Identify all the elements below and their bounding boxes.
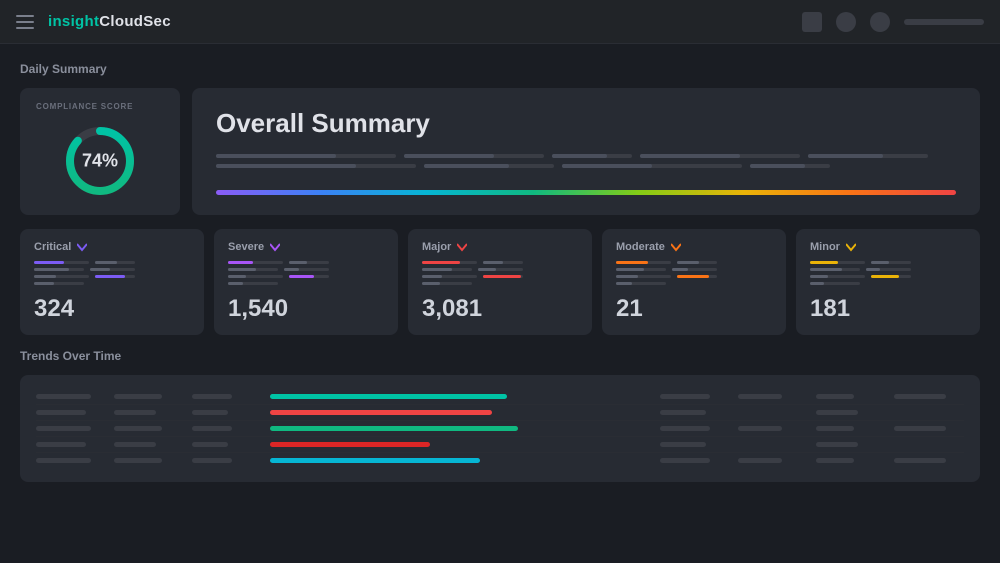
minor-label: Minor <box>810 241 840 253</box>
overall-bar-fill <box>640 154 740 158</box>
topnav: insightCloudSec <box>0 0 1000 44</box>
overall-bar-fill <box>552 154 607 158</box>
critical-mini-bars <box>34 261 190 285</box>
minor-mini-bars <box>810 261 966 285</box>
trend-row-1 <box>36 389 964 405</box>
major-mini-bars <box>422 261 578 285</box>
major-label: Major <box>422 241 451 253</box>
severe-card[interactable]: Severe 1,540 <box>214 229 398 335</box>
moderate-label: Moderate <box>616 241 665 253</box>
compliance-label: COMPLIANCE SCORE <box>36 102 133 111</box>
overall-bar-bg <box>424 164 554 168</box>
trend-row-2 <box>36 405 964 421</box>
overall-bar-fill <box>404 154 494 158</box>
app-logo: insightCloudSec <box>48 13 171 30</box>
moderate-trend-icon <box>670 241 682 253</box>
overall-bar-bg <box>750 164 830 168</box>
overall-bar-bg <box>216 164 416 168</box>
moderate-card[interactable]: Moderate 21 <box>602 229 786 335</box>
overall-bar-fill <box>424 164 509 168</box>
major-card[interactable]: Major 3,081 <box>408 229 592 335</box>
overall-bar-fill <box>562 164 652 168</box>
severe-value: 1,540 <box>228 295 384 323</box>
trend-row-5 <box>36 453 964 468</box>
critical-header: Critical <box>34 241 190 253</box>
major-trend-icon <box>456 241 468 253</box>
overall-bar-bg <box>808 154 928 158</box>
critical-card[interactable]: Critical 324 <box>20 229 204 335</box>
overall-bar-bg <box>640 154 800 158</box>
moderate-value: 21 <box>616 295 772 323</box>
topnav-search-bar[interactable] <box>904 19 984 25</box>
daily-summary-label: Daily Summary <box>20 62 980 76</box>
hamburger-button[interactable] <box>16 15 34 29</box>
critical-trend-icon <box>76 241 88 253</box>
minor-header: Minor <box>810 241 966 253</box>
logo-prefix: insight <box>48 13 99 30</box>
severe-mini-bars <box>228 261 384 285</box>
overall-bars <box>216 154 956 168</box>
overall-bar-bg <box>562 164 742 168</box>
overall-summary-card: Overall Summary <box>192 88 980 215</box>
compliance-donut: 74% <box>60 121 140 201</box>
overall-bar-fill <box>216 164 356 168</box>
trends-table <box>36 389 964 468</box>
daily-summary-row: COMPLIANCE SCORE 74% Overall Summary <box>20 88 980 215</box>
overall-bar-bg <box>216 154 396 158</box>
settings-icon[interactable] <box>836 12 856 32</box>
overall-bar-row-2 <box>216 164 956 168</box>
overall-bar-bg <box>404 154 544 158</box>
trends-label: Trends Over Time <box>20 349 980 363</box>
overall-bar-bg <box>552 154 632 158</box>
critical-label: Critical <box>34 241 71 253</box>
severity-gradient-bar <box>216 190 956 195</box>
compliance-value: 74% <box>82 151 118 172</box>
moderate-mini-bars <box>616 261 772 285</box>
minor-value: 181 <box>810 295 966 323</box>
topnav-right <box>802 12 984 32</box>
logo-suffix: CloudSec <box>99 13 171 30</box>
grid-icon[interactable] <box>802 12 822 32</box>
severe-trend-icon <box>269 241 281 253</box>
overall-bar-row <box>216 154 956 158</box>
moderate-header: Moderate <box>616 241 772 253</box>
user-avatar[interactable] <box>870 12 890 32</box>
major-value: 3,081 <box>422 295 578 323</box>
severe-label: Severe <box>228 241 264 253</box>
minor-trend-icon <box>845 241 857 253</box>
major-header: Major <box>422 241 578 253</box>
critical-value: 324 <box>34 295 190 323</box>
compliance-card: COMPLIANCE SCORE 74% <box>20 88 180 215</box>
severity-cards-row: Critical 324 Severe <box>20 229 980 335</box>
trend-row-4 <box>36 437 964 453</box>
overall-title: Overall Summary <box>216 108 956 139</box>
trends-card <box>20 375 980 482</box>
severe-header: Severe <box>228 241 384 253</box>
overall-bar-fill <box>750 164 805 168</box>
minor-card[interactable]: Minor 181 <box>796 229 980 335</box>
main-content: Daily Summary COMPLIANCE SCORE 74% <box>0 44 1000 563</box>
trend-row-3 <box>36 421 964 437</box>
overall-bar-fill <box>808 154 883 158</box>
overall-bar-fill <box>216 154 336 158</box>
